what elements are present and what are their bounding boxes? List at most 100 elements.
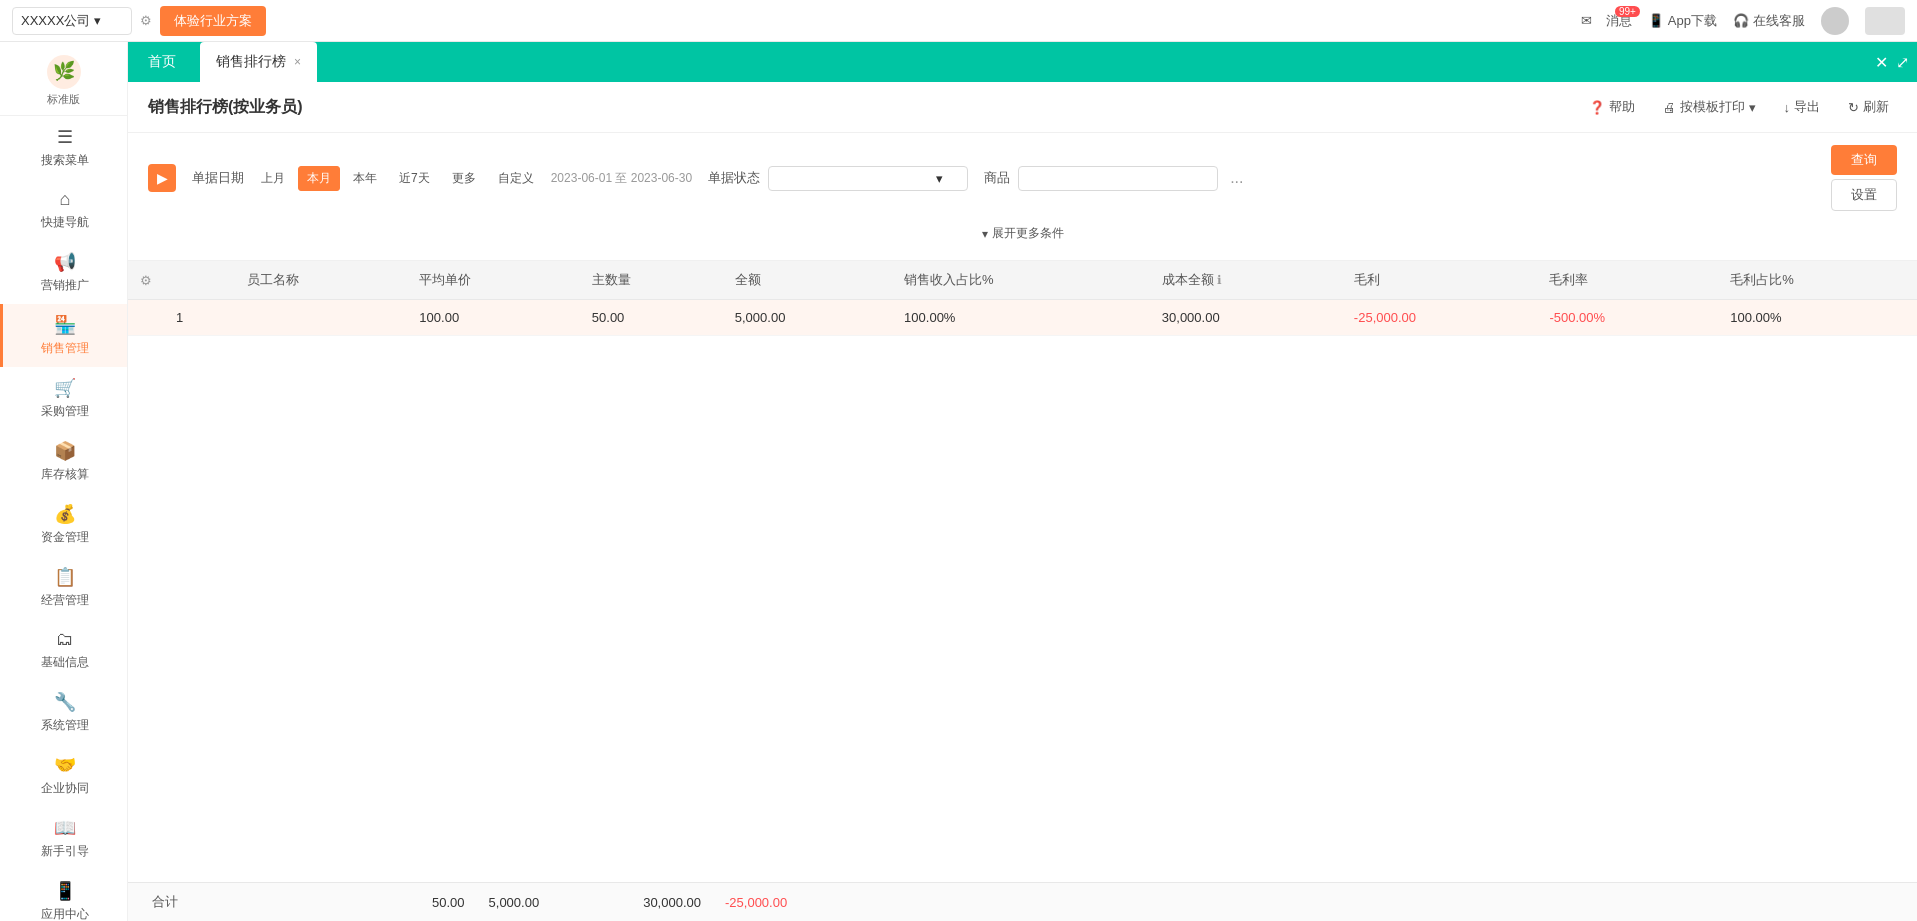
help-btn[interactable]: ❓ 帮助 <box>1581 94 1643 120</box>
col-settings-icon[interactable]: ⚙ <box>140 273 152 288</box>
tab-sales-rank[interactable]: 销售排行榜 × <box>200 42 317 82</box>
app-download-btn[interactable]: 📱 App下载 <box>1648 12 1717 30</box>
footer-label: 合计 <box>140 893 260 911</box>
sidebar-item-inventory[interactable]: 📦 库存核算 <box>0 430 127 493</box>
expand-label: 展开更多条件 <box>992 225 1064 242</box>
tab-label: 销售排行榜 <box>216 53 286 71</box>
filter-row-1: ▶ 单据日期 上月 本月 本年 近7天 更多 <box>148 145 1897 211</box>
sidebar-item-basic-info[interactable]: 🗂 基础信息 <box>0 619 127 681</box>
filter-goods: 商品 ... <box>984 165 1247 191</box>
cell-amount: 5,000.00 <box>723 300 892 336</box>
sidebar-item-sales-mgmt[interactable]: 🏪 销售管理 <box>0 304 127 367</box>
col-cost: 成本全额 ℹ <box>1150 261 1342 300</box>
col-sales-pct: 销售收入占比% <box>892 261 1150 300</box>
cell-sales-pct: 100.00% <box>892 300 1150 336</box>
sidebar-item-operations[interactable]: 📋 经营管理 <box>0 556 127 619</box>
sidebar-item-purchase-mgmt[interactable]: 🛒 采购管理 <box>0 367 127 430</box>
search-order-icon: ☰ <box>57 126 73 148</box>
inner-page: 销售排行榜(按业务员) ❓ 帮助 🖨 按模板打印 ▾ <box>128 82 1917 921</box>
sidebar-item-quick-nav[interactable]: ⌂ 快捷导航 <box>0 179 127 241</box>
cell-employee <box>235 300 407 336</box>
operations-icon: 📋 <box>54 566 76 588</box>
col-settings: ⚙ <box>128 261 164 300</box>
trial-button[interactable]: 体验行业方案 <box>160 6 266 36</box>
top-bar-right: ✉ 99+ 消息 📱 App下载 🎧 在线客服 <box>1581 7 1905 35</box>
table-row: 1 100.00 50.00 5,000.00 100.00% 30,000.0… <box>128 300 1917 336</box>
query-button[interactable]: 查询 <box>1831 145 1897 175</box>
sidebar-item-search-order[interactable]: ☰ 搜索菜单 <box>0 116 127 179</box>
gear-icon[interactable]: ⚙ <box>140 13 152 28</box>
sidebar-item-label: 营销推广 <box>41 277 89 294</box>
table-header-row: ⚙ 员工名称 平均单价 主数量 全额 销售收入占比% 成本全额 <box>128 261 1917 300</box>
cell-rank: 1 <box>164 300 235 336</box>
print-chevron: ▾ <box>1749 100 1756 115</box>
sidebar-item-label: 新手引导 <box>41 843 89 860</box>
print-label: 按模板打印 <box>1680 98 1745 116</box>
logo-label: 标准版 <box>47 92 80 107</box>
col-gross: 毛利 <box>1342 261 1538 300</box>
date-tab-7days[interactable]: 近7天 <box>390 166 439 191</box>
cell-avg-price: 100.00 <box>407 300 579 336</box>
collab-icon: 🤝 <box>54 754 76 776</box>
app-download-label: App下载 <box>1668 12 1717 30</box>
expand-more-btn[interactable]: ▾ 展开更多条件 <box>148 219 1897 248</box>
tab-bar: 首页 销售排行榜 × ✕ ⤢ <box>128 42 1917 82</box>
filter-status: 单据状态 ▾ <box>708 166 968 191</box>
filter-btn-group: 查询 设置 <box>1831 145 1897 211</box>
date-tab-this-month[interactable]: 本月 <box>298 166 340 191</box>
sidebar-item-corp-collab[interactable]: 🤝 企业协同 <box>0 744 127 807</box>
goods-input[interactable] <box>1018 166 1218 191</box>
window-close-btn[interactable]: ✕ <box>1875 53 1888 72</box>
sidebar-item-guide[interactable]: 📖 新手引导 <box>0 807 127 870</box>
export-label: 导出 <box>1794 98 1820 116</box>
sidebar-item-label: 库存核算 <box>41 466 89 483</box>
sidebar-item-label: 企业协同 <box>41 780 89 797</box>
date-tab-more[interactable]: 更多 <box>443 166 485 191</box>
refresh-icon: ↻ <box>1848 100 1859 115</box>
date-tab-this-year[interactable]: 本年 <box>344 166 386 191</box>
goods-label: 商品 <box>984 169 1010 187</box>
status-select[interactable]: ▾ <box>768 166 968 191</box>
sidebar-item-finance[interactable]: 💰 资金管理 <box>0 493 127 556</box>
logo-icon: 🌿 <box>46 54 82 90</box>
sidebar-item-label: 搜索菜单 <box>41 152 89 169</box>
cell-qty: 50.00 <box>580 300 723 336</box>
export-btn[interactable]: ↓ 导出 <box>1776 94 1829 120</box>
filter-area: ▶ 单据日期 上月 本月 本年 近7天 更多 <box>128 133 1917 261</box>
filter-toggle-btn[interactable]: ▶ <box>148 164 176 192</box>
date-tab-custom[interactable]: 自定义 <box>489 166 543 191</box>
sidebar-item-app-center[interactable]: 📱 应用中心 <box>0 870 127 921</box>
online-service-btn[interactable]: 🎧 在线客服 <box>1733 12 1805 30</box>
quick-nav-icon: ⌂ <box>60 189 71 210</box>
table-footer: 合计 50.00 5,000.00 30,000.00 -25,000.00 <box>128 882 1917 921</box>
settings-button[interactable]: 设置 <box>1831 179 1897 211</box>
window-expand-btn[interactable]: ⤢ <box>1896 53 1909 72</box>
header-actions: ❓ 帮助 🖨 按模板打印 ▾ ↓ 导出 <box>1581 94 1898 120</box>
refresh-btn[interactable]: ↻ 刷新 <box>1840 94 1897 120</box>
tab-close-icon[interactable]: × <box>294 55 301 69</box>
tab-home[interactable]: 首页 <box>128 42 196 82</box>
col-cost-label: 成本全额 <box>1162 272 1214 287</box>
online-service-label: 在线客服 <box>1753 12 1805 30</box>
sidebar-item-system-mgmt[interactable]: 🔧 系统管理 <box>0 681 127 744</box>
col-gross-rate: 毛利率 <box>1537 261 1718 300</box>
sidebar-item-label: 快捷导航 <box>41 214 89 231</box>
footer-gross: -25,000.00 <box>713 895 799 910</box>
sidebar-item-label: 资金管理 <box>41 529 89 546</box>
goods-more-btn[interactable]: ... <box>1226 165 1247 191</box>
message-btn[interactable]: ✉ 99+ 消息 <box>1581 12 1632 30</box>
sidebar-item-label: 应用中心 <box>41 906 89 921</box>
print-btn[interactable]: 🖨 按模板打印 ▾ <box>1655 94 1764 120</box>
cost-info-icon[interactable]: ℹ <box>1217 273 1222 287</box>
sidebar-item-label: 经营管理 <box>41 592 89 609</box>
sidebar-item-label: 销售管理 <box>41 340 89 357</box>
avatar[interactable] <box>1821 7 1849 35</box>
chevron-down-icon: ▾ <box>94 13 101 28</box>
company-select[interactable]: XXXXX公司 ▾ <box>12 7 132 35</box>
svg-text:🌿: 🌿 <box>53 60 76 82</box>
date-label: 单据日期 <box>192 169 244 187</box>
cell-gross-rate: -500.00% <box>1537 300 1718 336</box>
date-tab-last-month[interactable]: 上月 <box>252 166 294 191</box>
cell-gross: -25,000.00 <box>1342 300 1538 336</box>
sidebar-item-marketing[interactable]: 📢 营销推广 <box>0 241 127 304</box>
